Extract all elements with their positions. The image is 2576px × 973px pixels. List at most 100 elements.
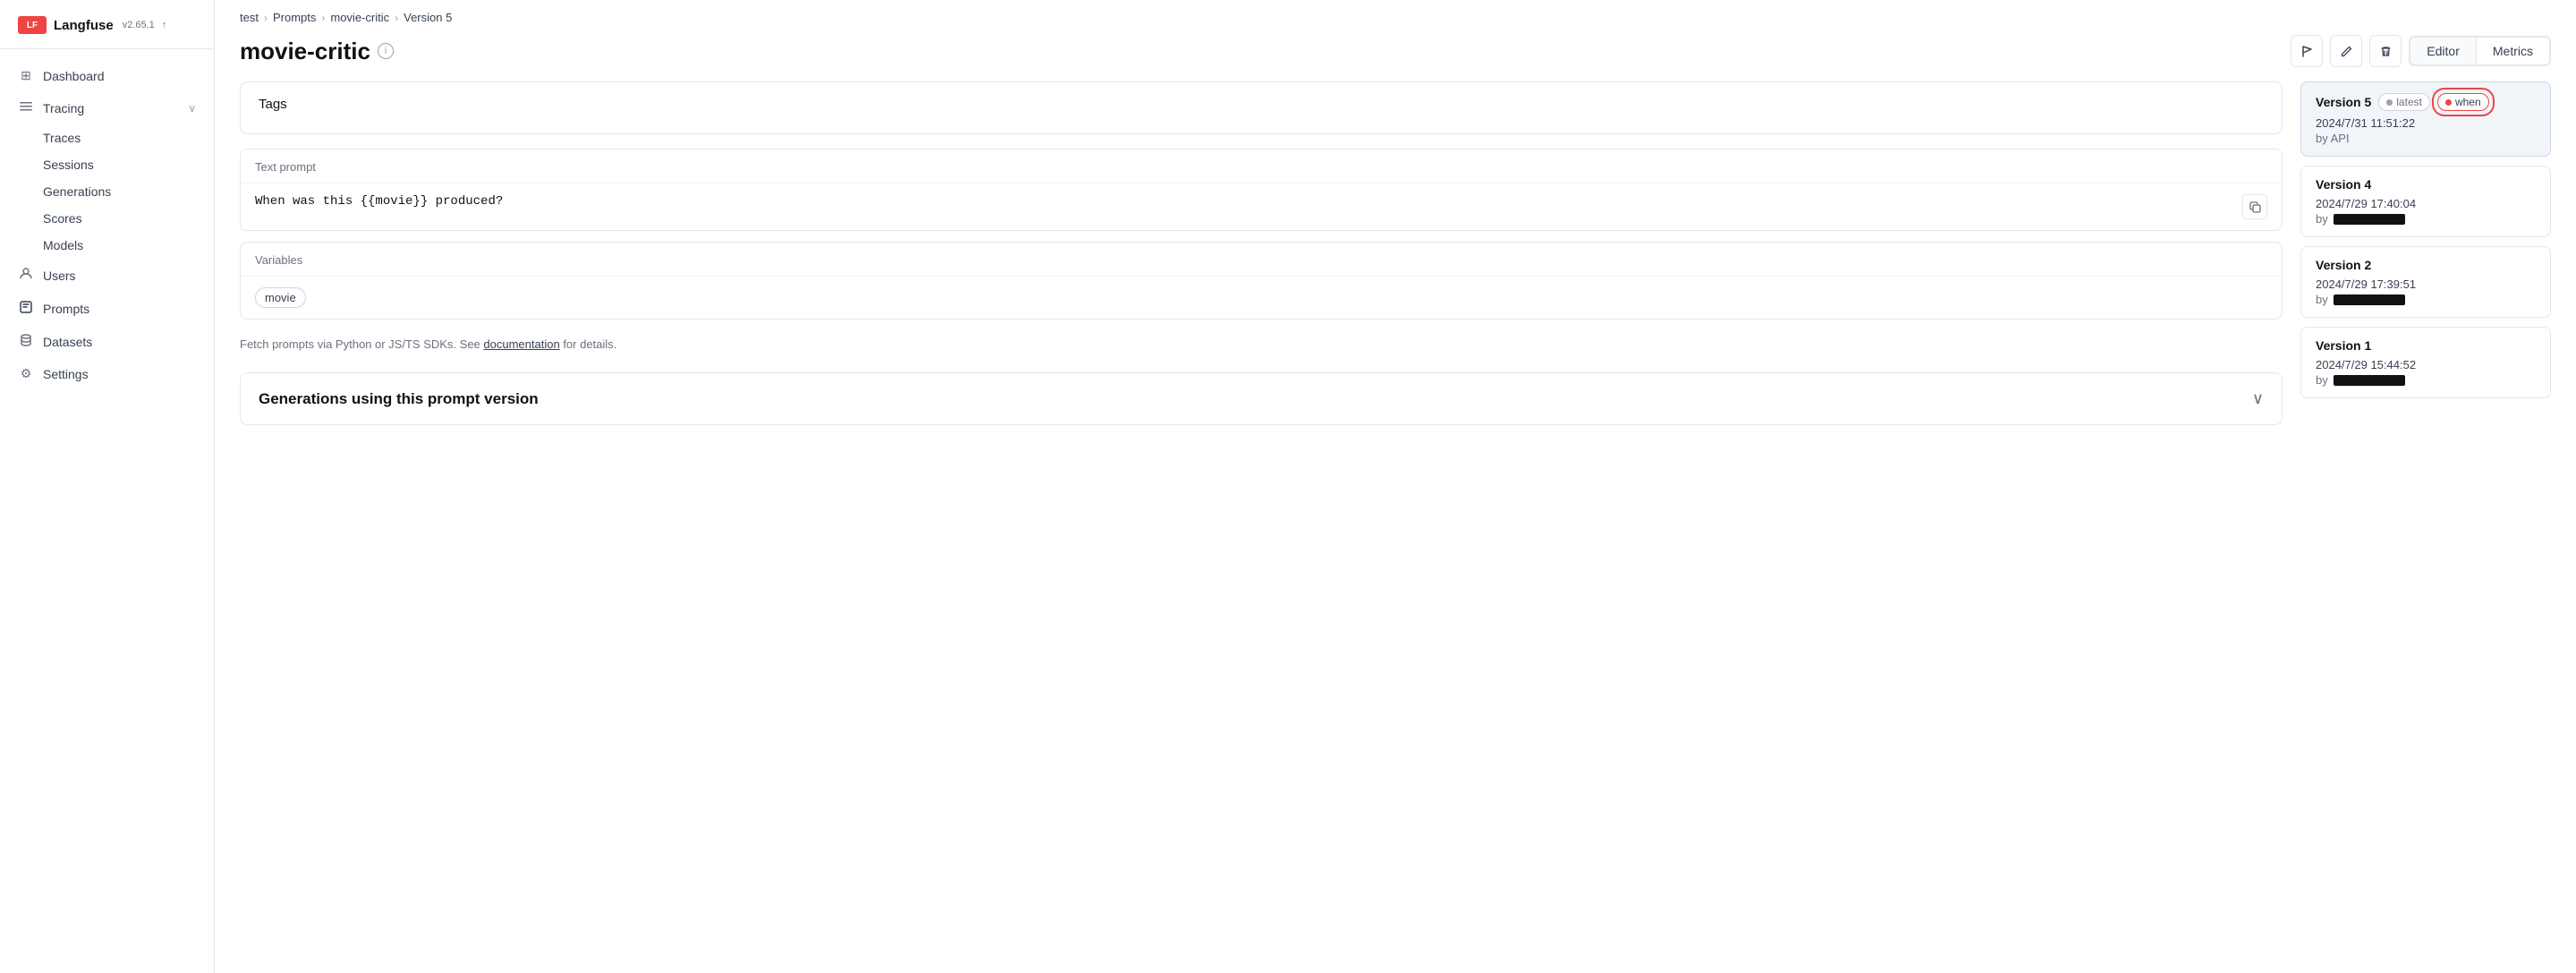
version-5-header: Version 5 latest when [2316, 93, 2536, 111]
badge-when: when [2437, 93, 2489, 111]
sidebar-item-dashboard[interactable]: ⊞ Dashboard [0, 60, 214, 91]
sidebar-item-traces[interactable]: Traces [0, 124, 214, 151]
version-1-label: Version 1 [2316, 338, 2371, 353]
sidebar-item-settings[interactable]: ⚙ Settings [0, 358, 214, 389]
when-dot [2445, 99, 2452, 106]
sidebar-item-sessions[interactable]: Sessions [0, 151, 214, 178]
generations-section: Generations using this prompt version ∨ [240, 372, 2283, 425]
version-1-author [2334, 375, 2405, 386]
version-item-4[interactable]: Version 4 2024/7/29 17:40:04 by [2300, 166, 2551, 237]
logo-area: LF Langfuse v2.65.1 ↑ [0, 0, 214, 49]
text-prompt-body: When was this {{movie}} produced? [241, 184, 2282, 230]
sidebar-label-prompts: Prompts [43, 302, 89, 316]
variable-movie: movie [255, 287, 306, 308]
generations-title: Generations using this prompt version [259, 390, 539, 408]
text-prompt-header: Text prompt [241, 149, 2282, 184]
sidebar-item-models[interactable]: Models [0, 232, 214, 259]
sidebar-label-dashboard: Dashboard [43, 69, 105, 83]
page-header: movie-critic i Editor Metrics [215, 28, 2576, 81]
sidebar-label-tracing: Tracing [43, 101, 84, 115]
flag-button[interactable] [2291, 35, 2323, 67]
sidebar: LF Langfuse v2.65.1 ↑ ⊞ Dashboard Tracin… [0, 0, 215, 973]
tracing-icon [18, 99, 34, 116]
header-actions: Editor Metrics [2291, 35, 2551, 67]
app-name: Langfuse [54, 18, 114, 33]
version-2-header: Version 2 [2316, 258, 2536, 272]
page-title-area: movie-critic i [240, 38, 394, 65]
version-5-date: 2024/7/31 11:51:22 [2316, 116, 2536, 130]
variables-body: movie [241, 277, 2282, 319]
prompts-icon [18, 300, 34, 317]
tab-group: Editor Metrics [2409, 36, 2551, 66]
text-prompt-card: Text prompt When was this {{movie}} prod… [240, 149, 2283, 231]
documentation-link[interactable]: documentation [483, 337, 559, 351]
generations-chevron: ∨ [2252, 389, 2264, 408]
sidebar-item-generations[interactable]: Generations [0, 178, 214, 205]
version-1-by: by [2316, 373, 2536, 387]
sidebar-label-settings: Settings [43, 367, 89, 381]
tracing-chevron: ∨ [188, 102, 196, 115]
copy-prompt-button[interactable] [2242, 194, 2267, 219]
settings-icon: ⚙ [18, 366, 34, 381]
breadcrumb-test[interactable]: test [240, 11, 259, 24]
sidebar-item-tracing[interactable]: Tracing ∨ [0, 91, 214, 124]
datasets-icon [18, 333, 34, 350]
version-1-header: Version 1 [2316, 338, 2536, 353]
content-area: Tags Text prompt When was this {{movie}}… [215, 81, 2576, 973]
dashboard-icon: ⊞ [18, 68, 34, 83]
sidebar-nav: ⊞ Dashboard Tracing ∨ Traces Sessions Ge… [0, 49, 214, 973]
version-4-date: 2024/7/29 17:40:04 [2316, 197, 2536, 210]
sidebar-label-users: Users [43, 269, 76, 283]
version-1-date: 2024/7/29 15:44:52 [2316, 358, 2536, 371]
tags-title: Tags [259, 97, 2264, 112]
users-icon [18, 267, 34, 284]
generations-header[interactable]: Generations using this prompt version ∨ [241, 373, 2282, 424]
sidebar-label-generations: Generations [43, 184, 111, 199]
versions-panel: Version 5 latest when 2024/7/31 11:51:22… [2300, 81, 2551, 948]
version-2-date: 2024/7/29 17:39:51 [2316, 277, 2536, 291]
badge-latest: latest [2378, 93, 2430, 111]
sidebar-item-scores[interactable]: Scores [0, 205, 214, 232]
version-4-label: Version 4 [2316, 177, 2371, 192]
breadcrumb-movie-critic[interactable]: movie-critic [330, 11, 389, 24]
version-item-1[interactable]: Version 1 2024/7/29 15:44:52 by [2300, 327, 2551, 398]
variables-header: Variables [241, 243, 2282, 277]
sidebar-label-scores: Scores [43, 211, 82, 226]
tab-metrics[interactable]: Metrics [2476, 37, 2550, 65]
version-item-5[interactable]: Version 5 latest when 2024/7/31 11:51:22… [2300, 81, 2551, 157]
sidebar-item-users[interactable]: Users [0, 259, 214, 292]
version-2-author [2334, 294, 2405, 305]
version-2-by: by [2316, 293, 2536, 306]
sidebar-label-traces: Traces [43, 131, 81, 145]
main-area: test › Prompts › movie-critic › Version … [215, 0, 2576, 973]
variables-card: Variables movie [240, 242, 2283, 320]
sidebar-label-sessions: Sessions [43, 158, 94, 172]
latest-dot [2386, 99, 2393, 106]
delete-button[interactable] [2369, 35, 2402, 67]
version-4-header: Version 4 [2316, 177, 2536, 192]
info-icon[interactable]: i [378, 43, 394, 59]
logo-icon: LF [18, 16, 47, 34]
prompt-content: When was this {{movie}} produced? [255, 194, 503, 209]
breadcrumb-prompts[interactable]: Prompts [273, 11, 316, 24]
tab-editor[interactable]: Editor [2410, 37, 2476, 65]
sidebar-item-datasets[interactable]: Datasets [0, 325, 214, 358]
sidebar-item-prompts[interactable]: Prompts [0, 292, 214, 325]
fetch-info: Fetch prompts via Python or JS/TS SDKs. … [240, 330, 2283, 358]
breadcrumb-version5[interactable]: Version 5 [404, 11, 452, 24]
version-2-label: Version 2 [2316, 258, 2371, 272]
sidebar-label-datasets: Datasets [43, 335, 92, 349]
version-4-author [2334, 214, 2405, 225]
sidebar-label-models: Models [43, 238, 83, 252]
edit-button[interactable] [2330, 35, 2362, 67]
version-item-2[interactable]: Version 2 2024/7/29 17:39:51 by [2300, 246, 2551, 318]
version-5-label: Version 5 [2316, 95, 2371, 109]
main-content: Tags Text prompt When was this {{movie}}… [240, 81, 2283, 948]
breadcrumb: test › Prompts › movie-critic › Version … [215, 0, 2576, 28]
page-title: movie-critic [240, 38, 370, 65]
app-version: v2.65.1 [123, 20, 155, 30]
tags-section: Tags [240, 81, 2283, 134]
update-arrow: ↑ [162, 20, 167, 30]
version-4-by: by [2316, 212, 2536, 226]
version-5-by: by API [2316, 132, 2536, 145]
